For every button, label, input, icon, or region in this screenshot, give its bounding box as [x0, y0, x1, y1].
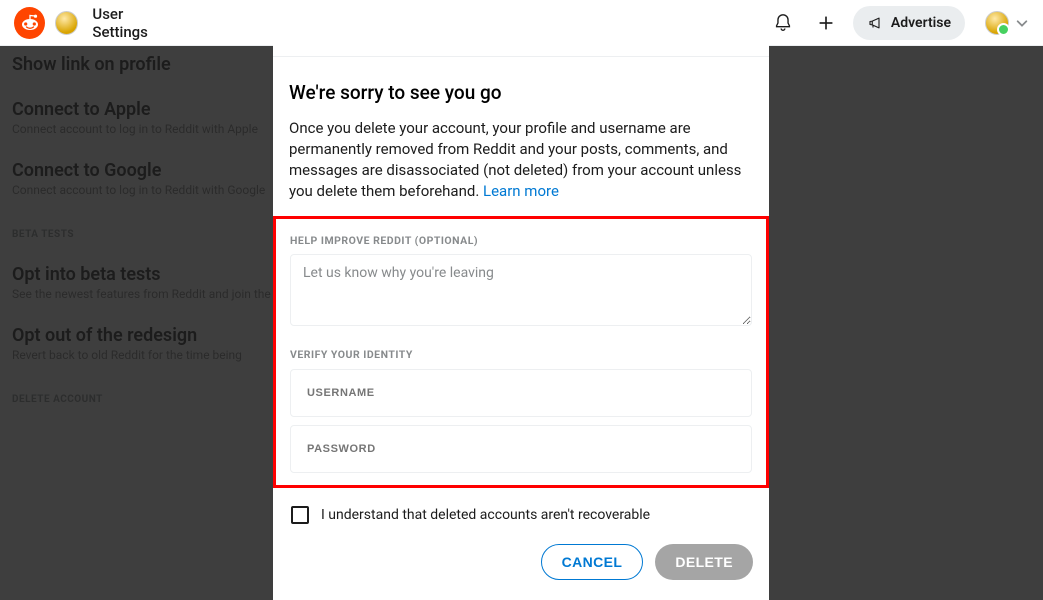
community-avatar — [55, 11, 78, 35]
divider — [273, 56, 769, 57]
delete-button[interactable]: DELETE — [655, 544, 753, 580]
user-menu[interactable] — [985, 11, 1029, 35]
page-title: User Settings — [92, 5, 179, 41]
advertise-button[interactable]: Advertise — [853, 6, 965, 40]
reddit-logo[interactable] — [14, 7, 45, 39]
user-avatar — [985, 11, 1009, 35]
confirm-text: I understand that deleted accounts aren'… — [321, 507, 650, 523]
confirm-row: I understand that deleted accounts aren'… — [289, 506, 753, 524]
learn-more-link[interactable]: Learn more — [483, 182, 559, 200]
help-improve-label: HELP IMPROVE REDDIT (OPTIONAL) — [290, 234, 478, 247]
button-row: CANCEL DELETE — [289, 544, 753, 580]
delete-account-modal: We're sorry to see you go Once you delet… — [273, 0, 769, 600]
create-post-icon[interactable] — [810, 6, 843, 40]
modal-title: We're sorry to see you go — [289, 81, 753, 104]
chevron-down-icon — [1015, 16, 1029, 30]
megaphone-icon — [867, 14, 885, 32]
password-field[interactable] — [290, 425, 752, 473]
confirm-checkbox[interactable] — [291, 506, 309, 524]
feedback-textarea[interactable] — [290, 254, 752, 326]
cancel-button[interactable]: CANCEL — [541, 544, 644, 580]
username-field[interactable] — [290, 369, 752, 417]
form-highlight: HELP IMPROVE REDDIT (OPTIONAL) VERIFY YO… — [273, 216, 769, 488]
modal-body: Once you delete your account, your profi… — [289, 118, 753, 202]
verify-identity-label: VERIFY YOUR IDENTITY — [290, 348, 752, 361]
notifications-icon[interactable] — [767, 6, 800, 40]
advertise-label: Advertise — [891, 15, 951, 31]
